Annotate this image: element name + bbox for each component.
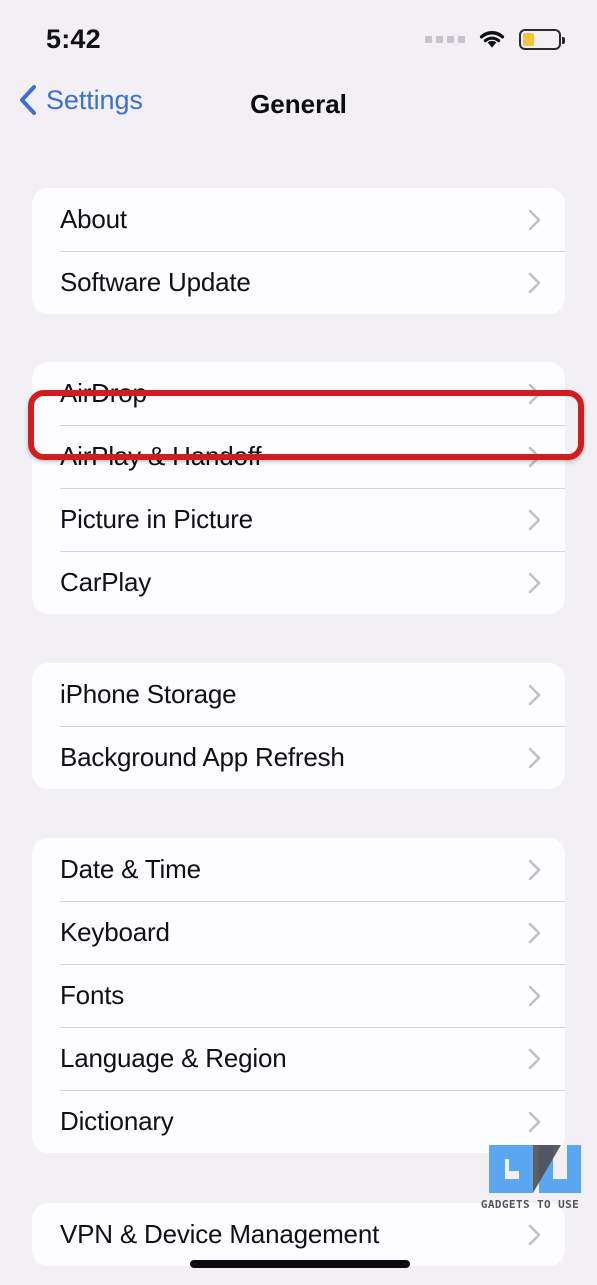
row-label: Language & Region — [60, 1043, 287, 1073]
settings-row-fonts[interactable]: Fonts — [32, 964, 565, 1027]
settings-row-language-region[interactable]: Language & Region — [32, 1027, 565, 1090]
settings-group: iPhone Storage Background App Refresh — [32, 663, 565, 789]
settings-row-carplay[interactable]: CarPlay — [32, 551, 565, 614]
chevron-right-icon — [528, 272, 541, 293]
settings-list[interactable]: About Software Update AirDrop AirPlay & … — [0, 144, 597, 1285]
row-label: AirPlay & Handoff — [60, 441, 262, 471]
chevron-right-icon — [528, 383, 541, 404]
page-title: General — [250, 89, 347, 119]
row-label: Background App Refresh — [60, 742, 345, 772]
row-label: Fonts — [60, 980, 125, 1010]
chevron-right-icon — [528, 446, 541, 467]
settings-row-about[interactable]: About — [32, 188, 565, 251]
row-label: Picture in Picture — [60, 504, 253, 534]
watermark-caption: GADGETS TO USE — [480, 1198, 580, 1211]
row-label: iPhone Storage — [60, 679, 237, 709]
settings-row-background-app-refresh[interactable]: Background App Refresh — [32, 726, 565, 789]
row-label: About — [60, 204, 127, 234]
cellular-dots-icon — [425, 35, 465, 43]
chevron-right-icon — [528, 859, 541, 880]
row-label: Software Update — [60, 267, 251, 297]
settings-group: AirDrop AirPlay & Handoff Picture in Pic… — [32, 362, 565, 614]
chevron-right-icon — [528, 1111, 541, 1132]
settings-row-keyboard[interactable]: Keyboard — [32, 901, 565, 964]
chevron-right-icon — [528, 922, 541, 943]
home-indicator[interactable] — [190, 1260, 410, 1268]
chevron-right-icon — [528, 509, 541, 530]
chevron-right-icon — [528, 747, 541, 768]
wifi-icon — [479, 31, 505, 48]
settings-row-airdrop[interactable]: AirDrop — [32, 362, 565, 425]
chevron-right-icon — [528, 572, 541, 593]
status-bar: 5:42 — [0, 0, 597, 74]
battery-low-power-icon — [519, 28, 565, 50]
row-label: Keyboard — [60, 917, 170, 947]
settings-row-date-time[interactable]: Date & Time — [32, 838, 565, 901]
status-indicators — [425, 28, 565, 50]
row-label: VPN & Device Management — [60, 1219, 380, 1249]
chevron-right-icon — [528, 209, 541, 230]
settings-row-software-update[interactable]: Software Update — [32, 251, 565, 314]
chevron-right-icon — [528, 1048, 541, 1069]
settings-row-iphone-storage[interactable]: iPhone Storage — [32, 663, 565, 726]
settings-row-airplay-handoff[interactable]: AirPlay & Handoff — [32, 425, 565, 488]
navigation-bar: Settings General — [0, 74, 597, 144]
row-label: Dictionary — [60, 1106, 174, 1136]
row-label: AirDrop — [60, 378, 147, 408]
watermark: GADGETS TO USE — [471, 1139, 589, 1213]
settings-group: About Software Update — [32, 188, 565, 314]
settings-group: Date & Time Keyboard Fonts Language & Re… — [32, 838, 565, 1153]
chevron-right-icon — [528, 684, 541, 705]
gadgets-to-use-logo-icon — [489, 1145, 581, 1193]
battery-fill — [523, 32, 534, 46]
row-label: CarPlay — [60, 567, 152, 597]
chevron-right-icon — [528, 1224, 541, 1245]
status-time: 5:42 — [46, 23, 101, 54]
settings-row-picture-in-picture[interactable]: Picture in Picture — [32, 488, 565, 551]
row-label: Date & Time — [60, 854, 201, 884]
chevron-right-icon — [528, 985, 541, 1006]
